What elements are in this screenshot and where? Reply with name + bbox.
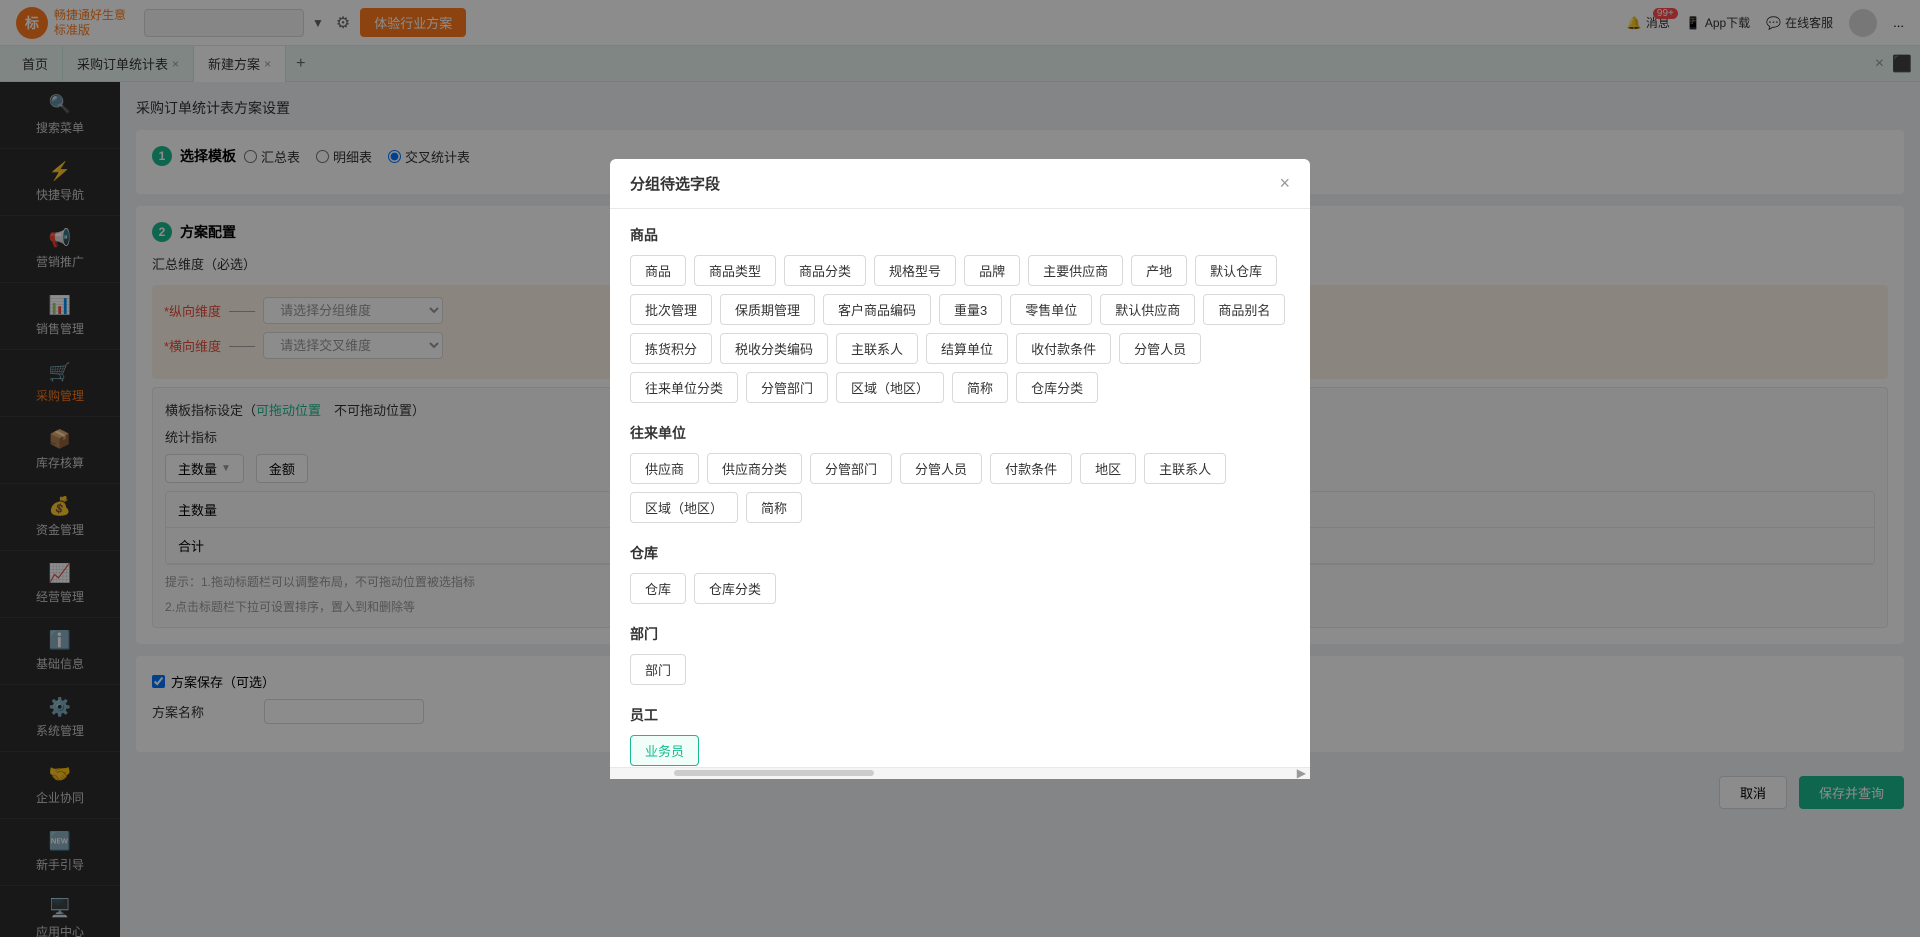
field-tag[interactable]: 仓库 xyxy=(630,573,686,604)
field-tag[interactable]: 零售单位 xyxy=(1010,294,1092,325)
hscroll-thumb[interactable] xyxy=(674,770,874,776)
modal-section-department: 部门 部门 xyxy=(630,624,1290,685)
modal-section-product: 商品 商品 商品类型 商品分类 规格型号 品牌 主要供应商 产地 默认仓库 批次… xyxy=(630,225,1290,403)
field-tag[interactable]: 区域（地区） xyxy=(836,372,944,403)
modal-horizontal-scrollbar[interactable]: ▶ xyxy=(610,767,1310,779)
field-tag[interactable]: 分管部门 xyxy=(746,372,828,403)
field-tag[interactable]: 商品分类 xyxy=(784,255,866,286)
field-tag[interactable]: 供应商分类 xyxy=(707,453,802,484)
field-tag[interactable]: 默认仓库 xyxy=(1195,255,1277,286)
field-tag[interactable]: 区域（地区） xyxy=(630,492,738,523)
field-tag[interactable]: 客户商品编码 xyxy=(823,294,931,325)
field-tag[interactable]: 商品类型 xyxy=(694,255,776,286)
field-tag[interactable]: 商品别名 xyxy=(1203,294,1285,325)
field-tag[interactable]: 规格型号 xyxy=(874,255,956,286)
modal-section-partner: 往来单位 供应商 供应商分类 分管部门 分管人员 付款条件 地区 主联系人 区域… xyxy=(630,423,1290,523)
field-tag[interactable]: 批次管理 xyxy=(630,294,712,325)
field-tag[interactable]: 供应商 xyxy=(630,453,699,484)
section-title-staff: 员工 xyxy=(630,705,1290,725)
modal-section-warehouse: 仓库 仓库 仓库分类 xyxy=(630,543,1290,604)
modal-header: 分组待选字段 × xyxy=(610,159,1310,209)
section-title-department: 部门 xyxy=(630,624,1290,644)
field-tag[interactable]: 收付款条件 xyxy=(1016,333,1111,364)
field-tag[interactable]: 主联系人 xyxy=(1144,453,1226,484)
field-tag[interactable]: 保质期管理 xyxy=(720,294,815,325)
field-tag[interactable]: 拣货积分 xyxy=(630,333,712,364)
modal-section-staff: 员工 业务员 xyxy=(630,705,1290,766)
field-tag[interactable]: 往来单位分类 xyxy=(630,372,738,403)
field-tag[interactable]: 主联系人 xyxy=(836,333,918,364)
field-tag[interactable]: 结算单位 xyxy=(926,333,1008,364)
modal-title: 分组待选字段 xyxy=(630,173,720,194)
field-tag[interactable]: 仓库分类 xyxy=(1016,372,1098,403)
field-tag[interactable]: 税收分类编码 xyxy=(720,333,828,364)
section-title-partner: 往来单位 xyxy=(630,423,1290,443)
field-tag[interactable]: 分管部门 xyxy=(810,453,892,484)
field-tag[interactable]: 商品 xyxy=(630,255,686,286)
field-grid-product: 商品 商品类型 商品分类 规格型号 品牌 主要供应商 产地 默认仓库 批次管理 … xyxy=(630,255,1290,403)
modal-body: 商品 商品 商品类型 商品分类 规格型号 品牌 主要供应商 产地 默认仓库 批次… xyxy=(610,209,1310,767)
modal-dialog: 分组待选字段 × 商品 商品 商品类型 商品分类 规格型号 品牌 主要供应商 产… xyxy=(610,159,1310,779)
field-tag[interactable]: 默认供应商 xyxy=(1100,294,1195,325)
field-tag[interactable]: 分管人员 xyxy=(1119,333,1201,364)
field-tag[interactable]: 部门 xyxy=(630,654,686,685)
modal-overlay[interactable]: 分组待选字段 × 商品 商品 商品类型 商品分类 规格型号 品牌 主要供应商 产… xyxy=(0,0,1920,937)
field-tag[interactable]: 地区 xyxy=(1080,453,1136,484)
field-grid-warehouse: 仓库 仓库分类 xyxy=(630,573,1290,604)
field-tag[interactable]: 仓库分类 xyxy=(694,573,776,604)
field-tag[interactable]: 主要供应商 xyxy=(1028,255,1123,286)
section-title-warehouse: 仓库 xyxy=(630,543,1290,563)
hscroll-right-arrow[interactable]: ▶ xyxy=(1297,766,1306,780)
field-grid-partner: 供应商 供应商分类 分管部门 分管人员 付款条件 地区 主联系人 区域（地区） … xyxy=(630,453,1290,523)
section-title-product: 商品 xyxy=(630,225,1290,245)
field-grid-department: 部门 xyxy=(630,654,1290,685)
field-tag[interactable]: 重量3 xyxy=(939,294,1002,325)
field-tag[interactable]: 品牌 xyxy=(964,255,1020,286)
field-tag[interactable]: 分管人员 xyxy=(900,453,982,484)
field-tag[interactable]: 简称 xyxy=(952,372,1008,403)
field-tag[interactable]: 简称 xyxy=(746,492,802,523)
field-tag[interactable]: 产地 xyxy=(1131,255,1187,286)
field-tag-salesman[interactable]: 业务员 xyxy=(630,735,699,766)
modal-close-button[interactable]: × xyxy=(1279,173,1290,194)
field-grid-staff: 业务员 xyxy=(630,735,1290,766)
field-tag[interactable]: 付款条件 xyxy=(990,453,1072,484)
